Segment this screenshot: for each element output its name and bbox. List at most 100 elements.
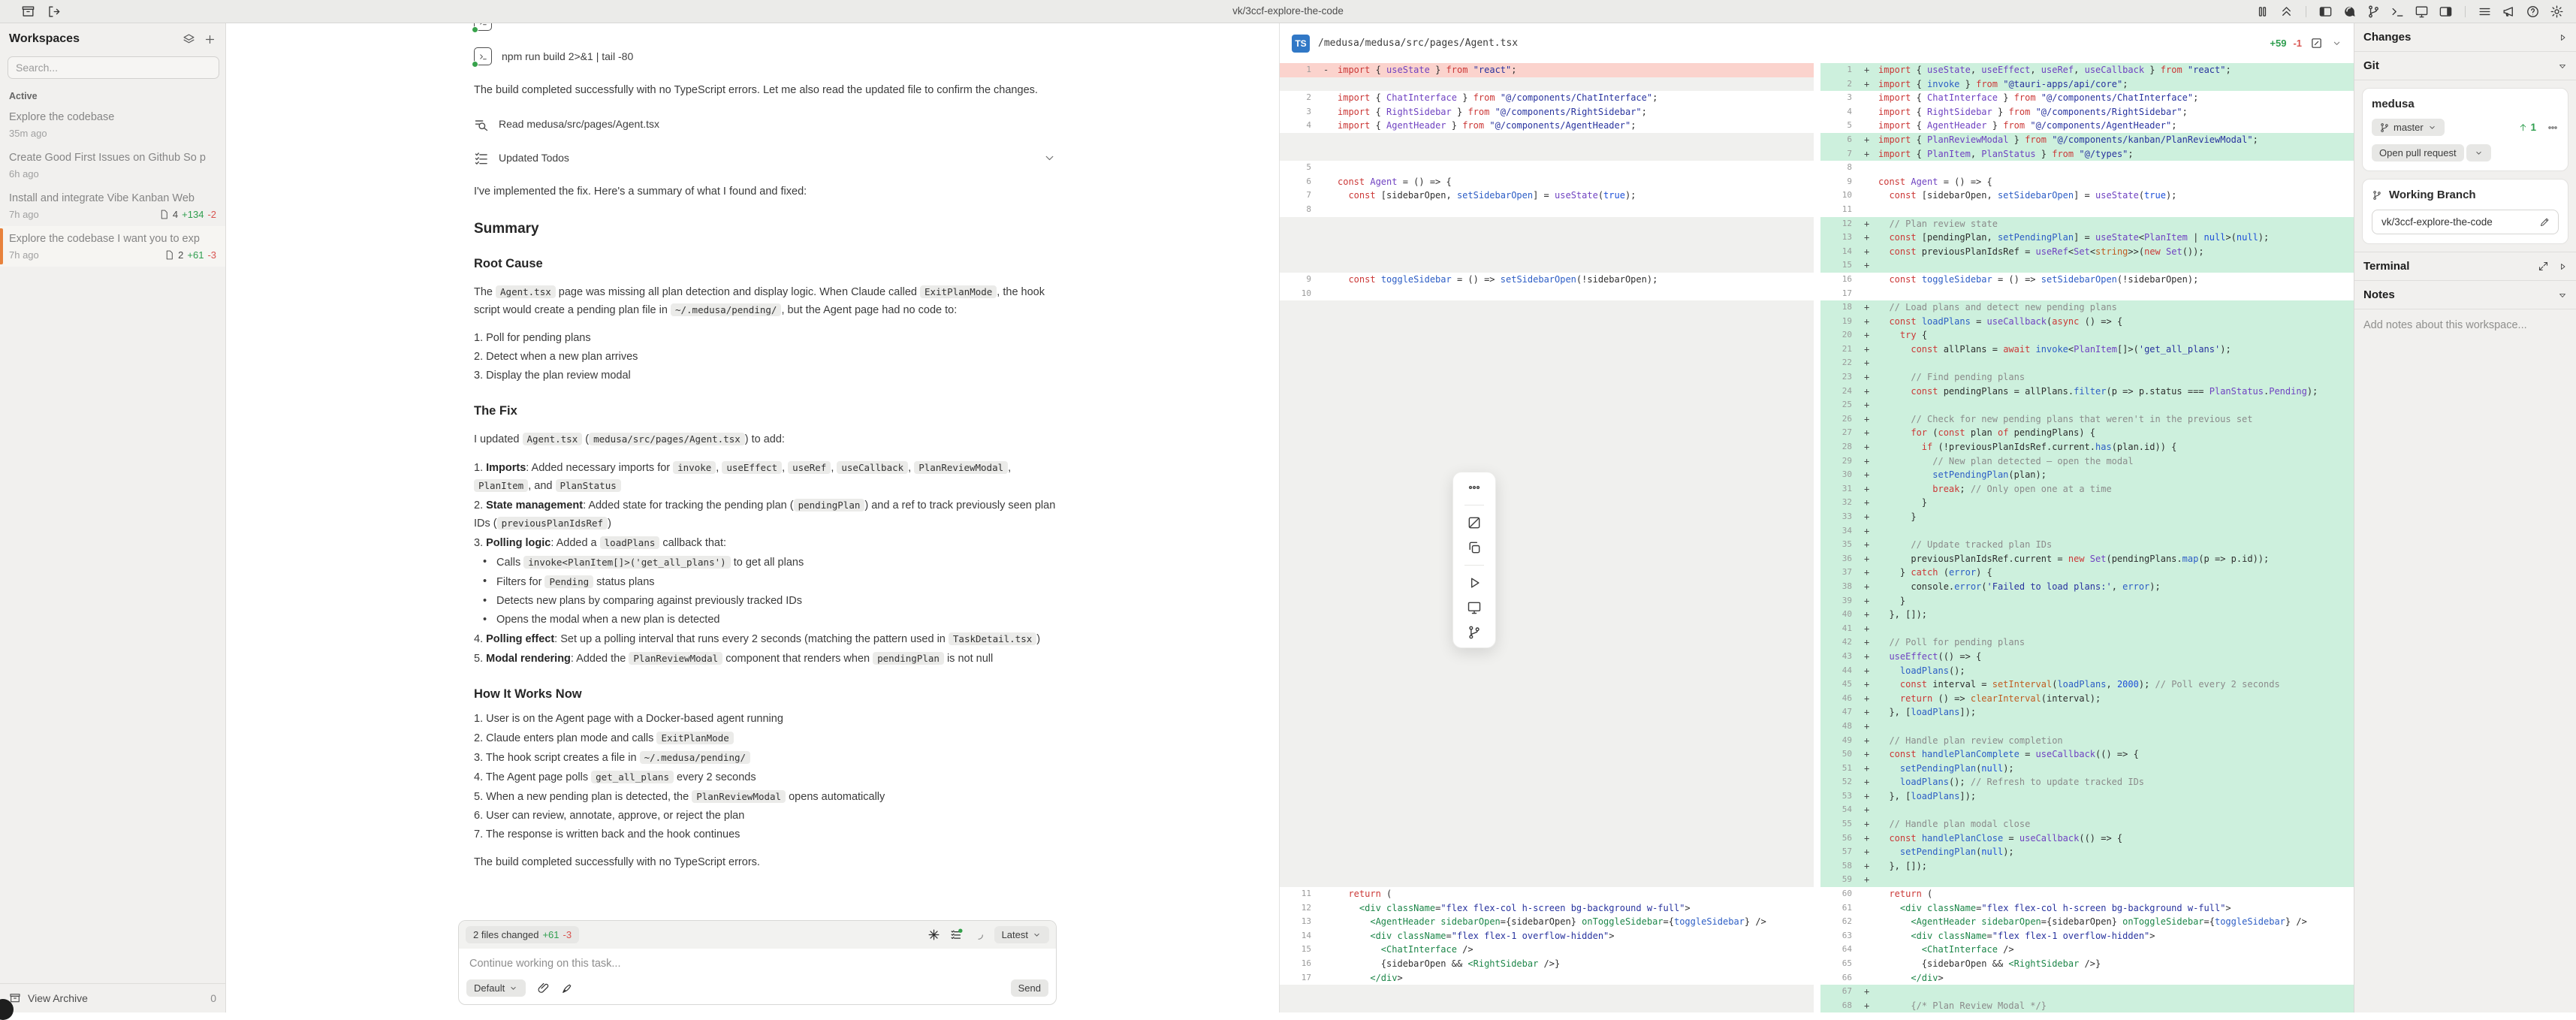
workspace-item[interactable]: Explore the codebase I want you to exp7h…: [0, 226, 225, 267]
pen-icon[interactable]: [561, 982, 574, 994]
tool-call[interactable]: Read medusa/src/pages/Agent.tsx: [474, 116, 1056, 133]
layers-icon[interactable]: [182, 33, 195, 46]
diff-line-new: 29+ // New plan detected – open the moda…: [1820, 454, 2354, 469]
branch-selector[interactable]: master: [2372, 119, 2445, 136]
line-number: 67: [1820, 985, 1859, 999]
send-button[interactable]: Send: [1011, 979, 1048, 997]
open-pull-request-button[interactable]: Open pull request: [2372, 144, 2464, 161]
menu-icon[interactable]: [2478, 5, 2492, 19]
terminal-section-header[interactable]: Terminal: [2354, 252, 2576, 281]
line-number: 49: [1820, 734, 1859, 748]
mode-dropdown[interactable]: Default: [466, 979, 526, 997]
sign-out-icon[interactable]: [47, 5, 61, 19]
help-icon[interactable]: [2526, 5, 2540, 19]
message-input[interactable]: [468, 957, 1050, 970]
workspace-item[interactable]: Explore the codebase35m ago: [0, 104, 225, 145]
inline-code: useRef: [788, 461, 831, 474]
diff-marker: [1318, 775, 1338, 789]
attach-button[interactable]: [537, 982, 550, 994]
copy-icon[interactable]: [1467, 540, 1482, 555]
terminal-icon[interactable]: [2390, 5, 2405, 19]
open-in-editor-icon[interactable]: [2310, 37, 2323, 50]
diff-line-old: [1280, 985, 1820, 999]
diff-line-new: 43+ useEffect(() => {: [1820, 650, 2354, 664]
diff-line-old: [1280, 859, 1820, 874]
pause-icon[interactable]: [2255, 5, 2270, 19]
workspace-search-input[interactable]: [8, 56, 219, 79]
code-text: [1338, 692, 1814, 706]
prompt-icon: [478, 23, 488, 27]
add-workspace-button[interactable]: [204, 33, 216, 46]
expand-icon[interactable]: [2538, 261, 2549, 272]
code-text: import { ChatInterface } from "@/compone…: [1338, 91, 1814, 105]
diff-stats: +59 -1: [2270, 38, 2302, 49]
diff-split-view: 1-import { useState } from "react";1+imp…: [1280, 63, 2354, 1012]
notes-placeholder[interactable]: Add notes about this workspace...: [2354, 309, 2576, 341]
notes-section-header[interactable]: Notes: [2354, 281, 2576, 309]
view-archive-button[interactable]: View Archive 0: [0, 983, 225, 1012]
grip-dots-icon[interactable]: [1467, 480, 1482, 495]
diff-marker: [1859, 901, 1878, 916]
todos-status-icon[interactable]: [950, 928, 963, 941]
git-branch-icon[interactable]: [2366, 5, 2381, 19]
line-number: [1280, 859, 1318, 874]
more-options-icon[interactable]: [2547, 122, 2559, 134]
code-text: import { PlanReviewModal } from "@/compo…: [1878, 133, 2354, 147]
diff-line-new: 34+: [1820, 524, 2354, 539]
diff-line-old: [1280, 538, 1820, 552]
monitor-icon[interactable]: [1467, 600, 1482, 615]
git-section-header[interactable]: Git: [2354, 52, 2576, 80]
line-number: 58: [1820, 859, 1859, 874]
archive-icon[interactable]: [21, 5, 35, 19]
panel-left-icon[interactable]: [2318, 5, 2333, 19]
tool-call[interactable]: Updated Todos: [474, 149, 1056, 167]
code-text: <ChatInterface />: [1878, 943, 2354, 957]
panel-right-icon[interactable]: [2439, 5, 2453, 19]
chevron-down-icon[interactable]: [1043, 152, 1056, 164]
composer-status-icons: Latest: [928, 926, 1049, 943]
diff-line-old: [1280, 580, 1820, 594]
workspace-item[interactable]: Create Good First Issues on Github So p6…: [0, 145, 225, 186]
line-number: 12: [1280, 901, 1318, 916]
code-text: // Check for new pending plans that were…: [1878, 412, 2354, 427]
working-branch-input[interactable]: [2380, 216, 2539, 228]
changes-section-header[interactable]: Changes: [2354, 23, 2576, 52]
working-branch-field[interactable]: [2372, 210, 2559, 234]
diff-marker: [1318, 426, 1338, 440]
megaphone-icon[interactable]: [2502, 5, 2516, 19]
edit-branch-icon[interactable]: [2539, 216, 2550, 228]
code-text: [1338, 762, 1814, 776]
line-number: [1280, 426, 1318, 440]
diff-marker: [1318, 901, 1338, 916]
collapse-diff-icon[interactable]: [2331, 38, 2342, 49]
diff-row: 9 const toggleSidebar = () => setSidebar…: [1280, 273, 2354, 287]
diff-marker: [1318, 147, 1338, 161]
diff-row: 24+ const pendingPlans = allPlans.filter…: [1280, 385, 2354, 399]
diff-file-header[interactable]: TS /medusa/medusa/src/pages/Agent.tsx +5…: [1280, 23, 2354, 63]
collapse-up-icon[interactable]: [2279, 5, 2294, 19]
git-branch-icon[interactable]: [1467, 625, 1482, 640]
play-icon[interactable]: [1467, 575, 1482, 590]
line-number: 4: [1280, 119, 1318, 133]
latest-dropdown[interactable]: Latest: [994, 926, 1049, 943]
diff-marker: +: [1859, 356, 1878, 370]
pr-dropdown-button[interactable]: [2466, 144, 2491, 161]
gear-icon[interactable]: [2550, 5, 2564, 19]
diff-row: 6const Agent = () => {9const Agent = () …: [1280, 175, 2354, 189]
git-branch-icon: [2372, 190, 2382, 201]
monitor-icon[interactable]: [2415, 5, 2429, 19]
chat-scroll-area[interactable]: npm run build 2>&1 | tail -80The build c…: [226, 23, 1278, 910]
files-changed-chip[interactable]: 2 files changed +61 -3: [466, 926, 579, 943]
diff-row: 11 return (60 return (: [1280, 887, 2354, 901]
zoom-off-icon[interactable]: [1467, 515, 1482, 530]
spark-icon[interactable]: [928, 928, 940, 941]
code-text: <AgentHeader sidebarOpen={sidebarOpen} o…: [1878, 915, 2354, 929]
tool-call[interactable]: npm run build 2>&1 | tail -80: [474, 47, 1056, 65]
line-number: 42: [1820, 635, 1859, 650]
tool-call[interactable]: [474, 23, 1056, 31]
chat-bubble-icon[interactable]: [2342, 5, 2357, 19]
diff-line-old: [1280, 245, 1820, 259]
workspace-item[interactable]: Install and integrate Vibe Kanban Web7h …: [0, 186, 225, 226]
diff-line-old: 8: [1280, 203, 1820, 217]
line-number: 63: [1820, 929, 1859, 943]
